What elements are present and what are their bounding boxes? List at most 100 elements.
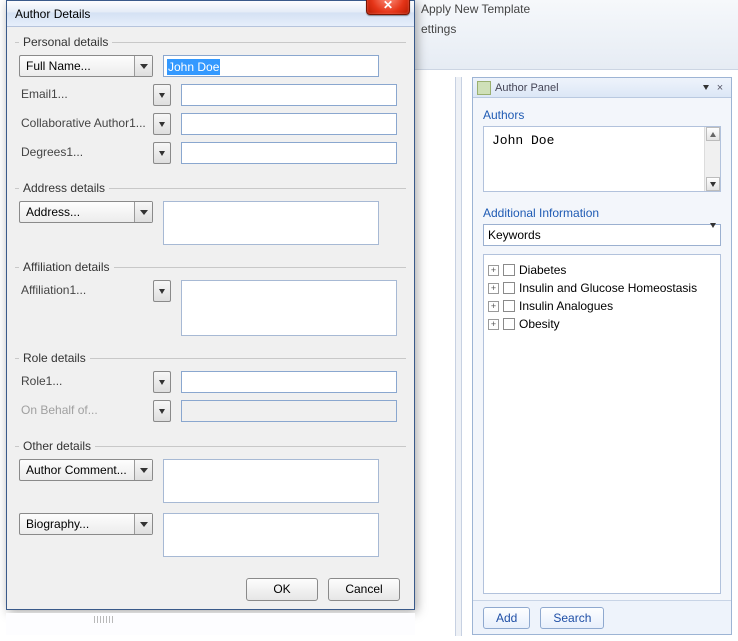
panel-footer: Add Search (473, 600, 731, 634)
biography-combo[interactable]: Biography... (19, 513, 153, 535)
chevron-down-icon (134, 514, 152, 534)
chevron-down-icon (159, 380, 165, 385)
panel-close-button[interactable]: × (713, 81, 727, 95)
section-role-legend: Role details (19, 351, 90, 365)
biography-textarea[interactable] (163, 513, 379, 557)
chevron-down-icon (703, 85, 709, 90)
degrees-label: Degrees1... (19, 142, 153, 159)
on-behalf-dropdown[interactable] (153, 400, 171, 422)
chevron-down-icon (159, 151, 165, 156)
close-icon: ✕ (383, 0, 393, 12)
section-address: Address details Address... (15, 181, 406, 252)
tree-node: + Insulin and Glucose Homeostasis (488, 279, 716, 297)
biography-combo-label: Biography... (20, 517, 134, 531)
section-affiliation: Affiliation details Affiliation1... (15, 260, 406, 343)
author-comment-combo-label: Author Comment... (20, 463, 134, 477)
chevron-down-icon (134, 56, 152, 76)
tree-label[interactable]: Insulin Analogues (519, 299, 613, 313)
affiliation-dropdown[interactable] (153, 280, 171, 302)
tree-checkbox[interactable] (503, 300, 515, 312)
close-icon: × (717, 82, 723, 94)
full-name-value: John Doe (167, 59, 220, 75)
dialog-title: Author Details (15, 7, 90, 21)
authors-listbox[interactable]: John Doe (483, 126, 721, 192)
tree-checkbox[interactable] (503, 264, 515, 276)
keywords-select-label: Keywords (488, 228, 541, 242)
tree-label[interactable]: Insulin and Glucose Homeostasis (519, 281, 697, 295)
panel-header[interactable]: Author Panel × (473, 78, 731, 98)
author-panel: Author Panel × Authors John Doe Addition… (472, 77, 732, 635)
authors-item[interactable]: John Doe (492, 133, 554, 148)
on-behalf-label: On Behalf of... (19, 400, 153, 417)
dialog-button-bar: OK Cancel (7, 569, 414, 609)
dialog-body: Personal details Full Name... John Doe E… (13, 31, 408, 569)
author-details-dialog: Author Details ✕ Personal details Full N… (6, 0, 415, 610)
chevron-down-icon (134, 202, 152, 222)
author-comment-textarea[interactable] (163, 459, 379, 503)
chevron-down-icon (710, 182, 716, 187)
tree-node: + Insulin Analogues (488, 297, 716, 315)
address-combo[interactable]: Address... (19, 201, 153, 223)
tree-node: + Obesity (488, 315, 716, 333)
section-personal-legend: Personal details (19, 35, 112, 49)
left-pane-under-dialog (415, 77, 455, 636)
splitter-grip-icon (94, 616, 114, 623)
cancel-button[interactable]: Cancel (328, 578, 400, 601)
full-name-combo[interactable]: Full Name... (19, 55, 153, 77)
dialog-titlebar[interactable]: Author Details ✕ (7, 1, 414, 27)
scrollbar[interactable] (704, 127, 720, 191)
email-label: Email1... (19, 84, 153, 101)
search-button[interactable]: Search (540, 607, 604, 629)
tree-node: + Diabetes (488, 261, 716, 279)
tree-label[interactable]: Obesity (519, 317, 560, 331)
authors-header: Authors (483, 108, 721, 122)
collab-author-dropdown[interactable] (153, 113, 171, 135)
email-dropdown[interactable] (153, 84, 171, 106)
add-button[interactable]: Add (483, 607, 530, 629)
affiliation-label: Affiliation1... (19, 280, 153, 297)
chevron-down-icon (159, 409, 165, 414)
ribbon-apply-template[interactable]: Apply New Template (421, 2, 530, 16)
degrees-dropdown[interactable] (153, 142, 171, 164)
role-label: Role1... (19, 371, 153, 388)
tree-expand-icon[interactable]: + (488, 265, 499, 276)
chevron-down-icon (134, 460, 152, 480)
section-affiliation-legend: Affiliation details (19, 260, 114, 274)
tree-expand-icon[interactable]: + (488, 301, 499, 312)
tree-label[interactable]: Diabetes (519, 263, 566, 277)
scroll-up-button[interactable] (706, 127, 720, 141)
collab-author-input[interactable] (181, 113, 397, 135)
section-other: Other details Author Comment... Biograph… (15, 439, 406, 564)
section-other-legend: Other details (19, 439, 95, 453)
full-name-input[interactable]: John Doe (163, 55, 379, 77)
tree-checkbox[interactable] (503, 282, 515, 294)
role-input[interactable] (181, 371, 397, 393)
panel-icon (477, 81, 491, 95)
keywords-tree[interactable]: + Diabetes + Insulin and Glucose Homeost… (483, 254, 721, 594)
chevron-down-icon (159, 122, 165, 127)
ribbon-settings-partial[interactable]: ettings (421, 22, 456, 36)
author-comment-combo[interactable]: Author Comment... (19, 459, 153, 481)
chevron-down-icon (159, 93, 165, 98)
tree-expand-icon[interactable]: + (488, 319, 499, 330)
collab-author-label: Collaborative Author1... (19, 113, 153, 130)
keywords-select[interactable]: Keywords (483, 224, 721, 246)
horizontal-splitter[interactable] (6, 613, 415, 635)
affiliation-textarea[interactable] (181, 280, 397, 336)
tree-checkbox[interactable] (503, 318, 515, 330)
email-input[interactable] (181, 84, 397, 106)
ok-button[interactable]: OK (246, 578, 318, 601)
close-button[interactable]: ✕ (366, 0, 410, 15)
address-textarea[interactable] (163, 201, 379, 245)
tree-expand-icon[interactable]: + (488, 283, 499, 294)
chevron-down-icon (159, 289, 165, 294)
panel-menu-button[interactable] (699, 81, 713, 95)
scroll-down-button[interactable] (706, 177, 720, 191)
degrees-input[interactable] (181, 142, 397, 164)
section-address-legend: Address details (19, 181, 109, 195)
role-dropdown[interactable] (153, 371, 171, 393)
full-name-combo-label: Full Name... (20, 59, 134, 73)
vertical-splitter[interactable] (455, 77, 462, 636)
additional-info-header: Additional Information (483, 206, 721, 220)
ribbon-background: Apply New Template ettings (415, 0, 738, 70)
